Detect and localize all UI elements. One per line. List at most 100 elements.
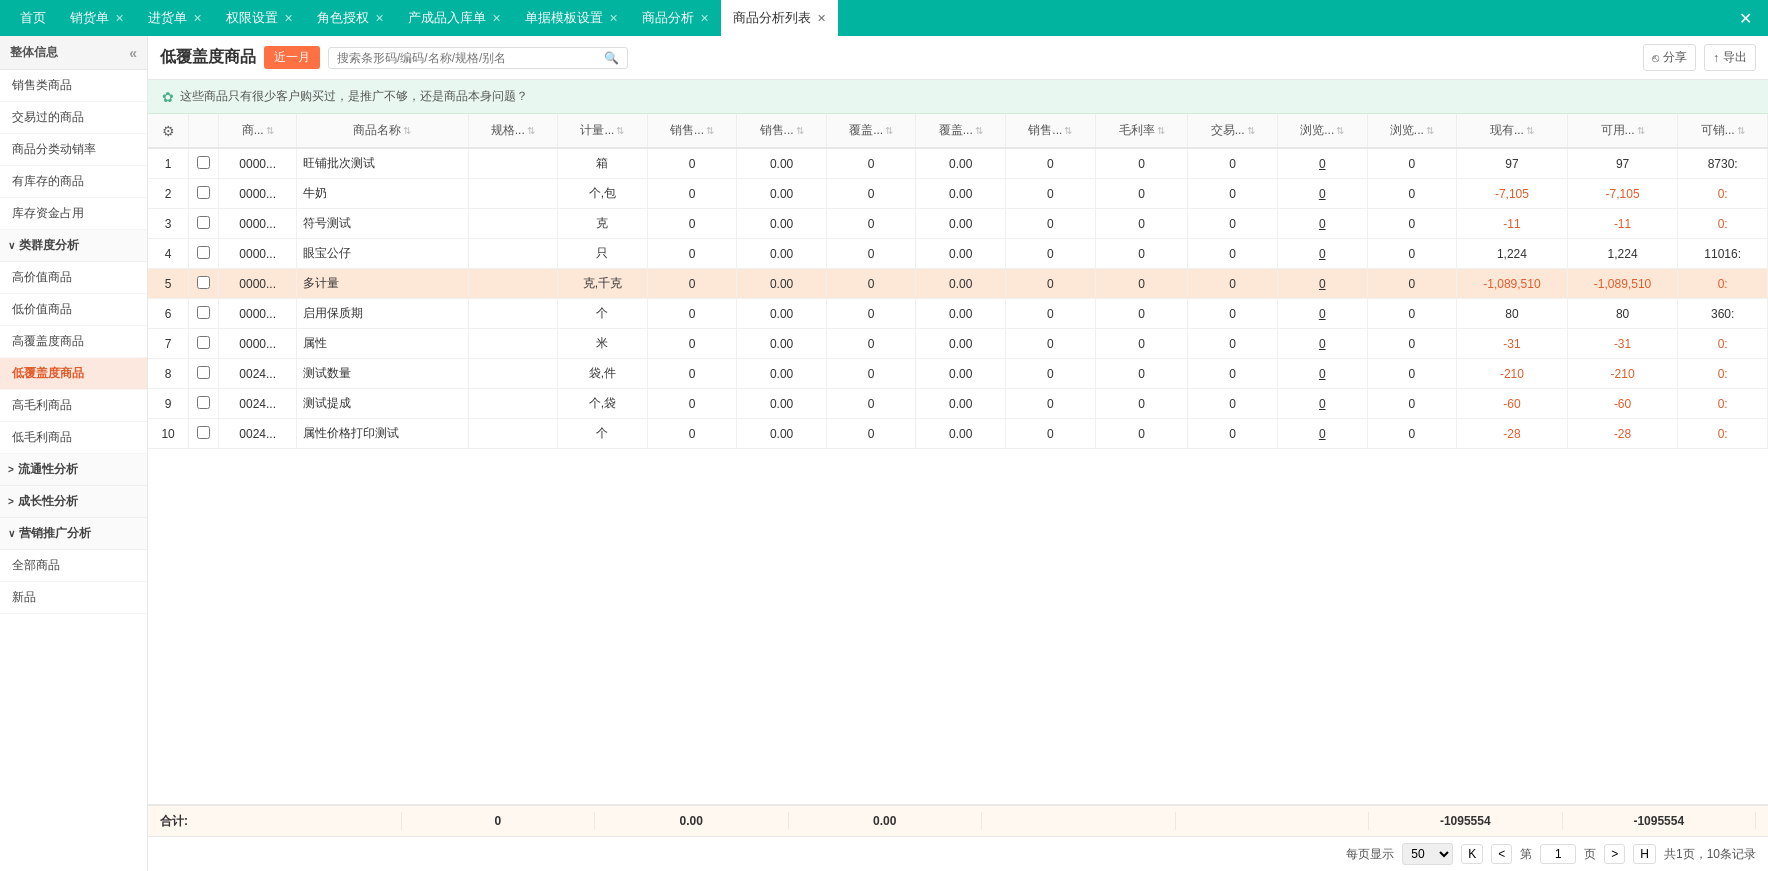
row-stock1: -7,105	[1457, 179, 1568, 209]
export-button[interactable]: ↑ 导出	[1704, 44, 1756, 71]
nav-item-template[interactable]: 单据模板设置 ✕	[513, 0, 630, 36]
nav-item-analysis-list[interactable]: 商品分析列表 ✕	[721, 0, 838, 36]
th-settings[interactable]: ⚙	[148, 114, 189, 148]
sidebar-item-sales-goods[interactable]: 销售类商品	[0, 70, 147, 102]
sidebar-item-high-profit[interactable]: 高毛利商品	[0, 390, 147, 422]
row-checkbox[interactable]	[189, 148, 219, 179]
sidebar-item-low-coverage[interactable]: 低覆盖度商品	[0, 358, 147, 390]
row-stock3: 0:	[1678, 389, 1768, 419]
row-browse1[interactable]: 0	[1277, 239, 1367, 269]
row-checkbox[interactable]	[189, 179, 219, 209]
th-code[interactable]: 商...⇅	[219, 114, 297, 148]
sidebar-item-new-goods[interactable]: 新品	[0, 582, 147, 614]
row-browse1[interactable]: 0	[1277, 299, 1367, 329]
row-browse1[interactable]: 0	[1277, 269, 1367, 299]
next-page-button[interactable]: >	[1604, 844, 1625, 864]
sidebar-section-circulation[interactable]: > 流通性分析	[0, 454, 147, 486]
sidebar-item-in-stock-goods[interactable]: 有库存的商品	[0, 166, 147, 198]
row-index: 4	[148, 239, 189, 269]
close-icon[interactable]: ✕	[193, 12, 202, 25]
row-browse1[interactable]: 0	[1277, 148, 1367, 179]
row-browse1[interactable]: 0	[1277, 359, 1367, 389]
sidebar-item-high-value[interactable]: 高价值商品	[0, 262, 147, 294]
sidebar-item-all-goods[interactable]: 全部商品	[0, 550, 147, 582]
share-icon: ⎋	[1652, 51, 1659, 65]
footer-values: 0 0.00 0.00 -1095554 -1095554	[208, 812, 1756, 830]
row-index: 8	[148, 359, 189, 389]
row-checkbox[interactable]	[189, 239, 219, 269]
close-icon[interactable]: ✕	[609, 12, 618, 25]
row-checkbox[interactable]	[189, 389, 219, 419]
close-icon[interactable]: ✕	[375, 12, 384, 25]
row-browse1[interactable]: 0	[1277, 419, 1367, 449]
th-sale3[interactable]: 销售...⇅	[1006, 114, 1096, 148]
row-browse1[interactable]: 0	[1277, 179, 1367, 209]
settings-icon[interactable]: ⚙	[162, 123, 175, 139]
sidebar-collapse-button[interactable]: «	[129, 45, 137, 61]
th-trade[interactable]: 交易...⇅	[1188, 114, 1278, 148]
th-browse1[interactable]: 浏览...⇅	[1277, 114, 1367, 148]
close-icon[interactable]: ✕	[115, 12, 124, 25]
row-checkbox[interactable]	[189, 359, 219, 389]
sidebar-item-low-value[interactable]: 低价值商品	[0, 294, 147, 326]
page-number-input[interactable]	[1540, 844, 1576, 864]
nav-item-home[interactable]: 首页	[8, 0, 58, 36]
share-button[interactable]: ⎋ 分享	[1643, 44, 1696, 71]
prev-page-button[interactable]: <	[1491, 844, 1512, 864]
time-filter-button[interactable]: 近一月	[264, 46, 320, 69]
sidebar-item-traded-goods[interactable]: 交易过的商品	[0, 102, 147, 134]
th-stock3[interactable]: 可销...⇅	[1678, 114, 1768, 148]
th-unit[interactable]: 计量...⇅	[558, 114, 648, 148]
sidebar-section-marketing[interactable]: ∨ 营销推广分析	[0, 518, 147, 550]
row-stock1: -28	[1457, 419, 1568, 449]
th-name[interactable]: 商品名称⇅	[297, 114, 468, 148]
th-cover2[interactable]: 覆盖...⇅	[916, 114, 1006, 148]
close-icon[interactable]: ✕	[492, 12, 501, 25]
th-sale1[interactable]: 销售...⇅	[647, 114, 737, 148]
sidebar-item-category-rate[interactable]: 商品分类动销率	[0, 134, 147, 166]
row-browse1[interactable]: 0	[1277, 329, 1367, 359]
row-name: 测试数量	[297, 359, 468, 389]
nav-item-permission[interactable]: 权限设置 ✕	[214, 0, 305, 36]
nav-item-product-in[interactable]: 产成品入库单 ✕	[396, 0, 513, 36]
th-cover1[interactable]: 覆盖...⇅	[826, 114, 916, 148]
th-gross[interactable]: 毛利率⇅	[1095, 114, 1188, 148]
sidebar-section-category[interactable]: ∨ 类群度分析	[0, 230, 147, 262]
nav-item-product-analysis[interactable]: 商品分析 ✕	[630, 0, 721, 36]
close-all-button[interactable]: ✕	[1731, 9, 1760, 28]
last-page-button[interactable]: H	[1633, 844, 1656, 864]
search-input[interactable]	[337, 51, 600, 65]
row-sale1: 0	[647, 329, 737, 359]
close-icon[interactable]: ✕	[284, 12, 293, 25]
per-page-select[interactable]: 50 100 200	[1402, 843, 1453, 865]
row-checkbox[interactable]	[189, 329, 219, 359]
row-checkbox[interactable]	[189, 419, 219, 449]
th-browse2[interactable]: 浏览...⇅	[1367, 114, 1457, 148]
row-checkbox[interactable]	[189, 299, 219, 329]
row-browse1[interactable]: 0	[1277, 209, 1367, 239]
row-browse2: 0	[1367, 359, 1457, 389]
close-icon[interactable]: ✕	[817, 12, 826, 25]
sidebar-header: 整体信息 «	[0, 36, 147, 70]
row-browse1[interactable]: 0	[1277, 389, 1367, 419]
first-page-button[interactable]: K	[1461, 844, 1483, 864]
sidebar-item-capital-usage[interactable]: 库存资金占用	[0, 198, 147, 230]
close-icon[interactable]: ✕	[700, 12, 709, 25]
th-spec[interactable]: 规格...⇅	[468, 114, 558, 148]
sidebar-item-high-coverage[interactable]: 高覆盖度商品	[0, 326, 147, 358]
row-spec	[468, 299, 558, 329]
nav-item-role[interactable]: 角色授权 ✕	[305, 0, 396, 36]
th-stock1[interactable]: 现有...⇅	[1457, 114, 1568, 148]
row-gross: 0	[1095, 329, 1188, 359]
row-checkbox[interactable]	[189, 269, 219, 299]
th-sale2[interactable]: 销售...⇅	[737, 114, 827, 148]
row-sale3: 0	[1006, 419, 1096, 449]
row-checkbox[interactable]	[189, 209, 219, 239]
sidebar-section-growth[interactable]: > 成长性分析	[0, 486, 147, 518]
nav-item-purchase[interactable]: 进货单 ✕	[136, 0, 214, 36]
row-stock3: 0:	[1678, 179, 1768, 209]
table-row: 8 0024... 测试数量 袋,件 0 0.00 0 0.00 0 0 0 0…	[148, 359, 1768, 389]
th-stock2[interactable]: 可用...⇅	[1567, 114, 1678, 148]
sidebar-item-low-profit[interactable]: 低毛利商品	[0, 422, 147, 454]
nav-item-sales[interactable]: 销货单 ✕	[58, 0, 136, 36]
